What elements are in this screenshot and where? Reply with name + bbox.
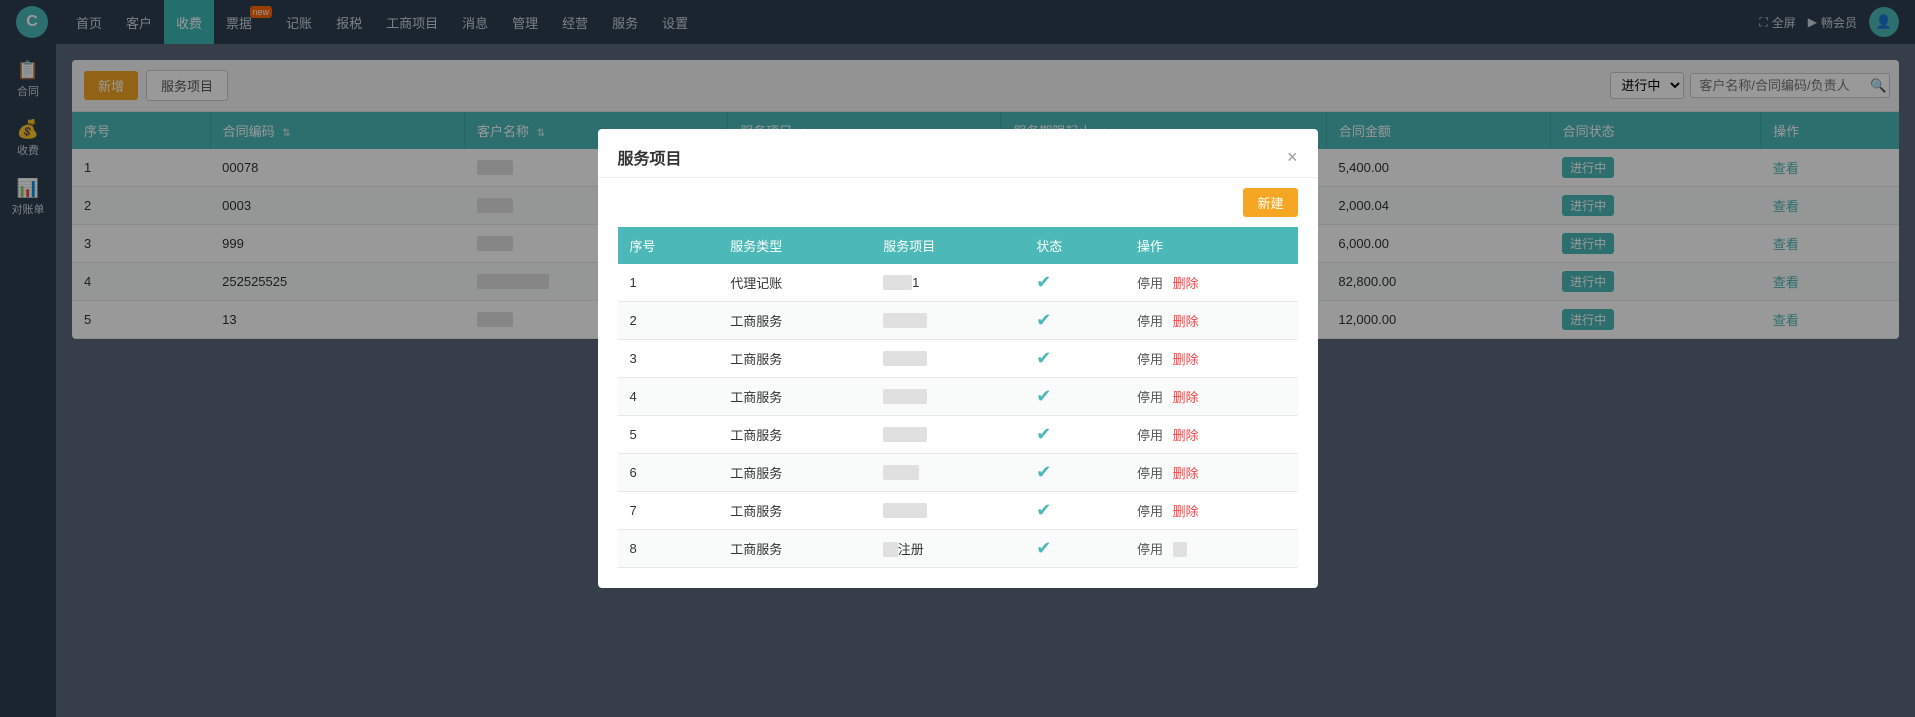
modal-cell-action[interactable]: 停用 删除 [1125, 416, 1298, 454]
modal-cell-item [871, 416, 1024, 454]
modal-header: 服务项目 × [598, 129, 1318, 178]
modal-cell-item [871, 340, 1024, 378]
modal-cell-seq: 7 [618, 492, 719, 530]
modal-cell-action[interactable]: 停用 删除 [1125, 302, 1298, 340]
modal-cell-status: ✔ [1024, 302, 1125, 340]
modal-col-action: 操作 [1125, 227, 1298, 264]
modal-cell-type: 代理记账 [718, 264, 871, 302]
modal-cell-action[interactable]: 停用 删除 [1125, 492, 1298, 530]
status-check-icon: ✔ [1036, 272, 1051, 292]
delete-link[interactable]: 删除 [1173, 428, 1199, 443]
status-check-icon: ✔ [1036, 348, 1051, 368]
modal-table-row: 1 代理记账 1 ✔ 停用 删除 [618, 264, 1298, 302]
service-items-modal: 服务项目 × 新建 序号 服务类型 服务项目 状态 操作 1 代理记账 [598, 129, 1318, 588]
modal-cell-item [871, 454, 1024, 492]
modal-cell-seq: 2 [618, 302, 719, 340]
status-check-icon: ✔ [1036, 538, 1051, 558]
modal-cell-seq: 3 [618, 340, 719, 378]
modal-col-item: 服务项目 [871, 227, 1024, 264]
stop-link[interactable]: 停用 [1137, 276, 1163, 291]
modal-cell-action[interactable]: 停用 [1125, 530, 1298, 568]
stop-link[interactable]: 停用 [1137, 352, 1163, 367]
modal-cell-item [871, 378, 1024, 416]
status-check-icon: ✔ [1036, 310, 1051, 330]
modal-cell-action[interactable]: 停用 删除 [1125, 340, 1298, 378]
stop-link[interactable]: 停用 [1137, 542, 1163, 557]
delete-link[interactable]: 删除 [1173, 314, 1199, 329]
modal-cell-seq: 8 [618, 530, 719, 568]
modal-cell-item [871, 492, 1024, 530]
stop-link[interactable]: 停用 [1137, 390, 1163, 405]
modal-cell-type: 工商服务 [718, 378, 871, 416]
modal-cell-seq: 6 [618, 454, 719, 492]
modal-col-status: 状态 [1024, 227, 1125, 264]
delete-link[interactable]: 删除 [1173, 276, 1199, 291]
modal-cell-status: ✔ [1024, 378, 1125, 416]
modal-cell-seq: 5 [618, 416, 719, 454]
modal-cell-seq: 4 [618, 378, 719, 416]
modal-table-header: 序号 服务类型 服务项目 状态 操作 [618, 227, 1298, 264]
modal-cell-item: 注册 [871, 530, 1024, 568]
modal-cell-status: ✔ [1024, 454, 1125, 492]
modal-cell-status: ✔ [1024, 416, 1125, 454]
modal-table-row: 4 工商服务 ✔ 停用 删除 [618, 378, 1298, 416]
modal-cell-status: ✔ [1024, 340, 1125, 378]
modal-col-seq: 序号 [618, 227, 719, 264]
status-check-icon: ✔ [1036, 500, 1051, 520]
modal-table-row: 5 工商服务 ✔ 停用 删除 [618, 416, 1298, 454]
modal-table-row: 2 工商服务 ✔ 停用 删除 [618, 302, 1298, 340]
status-check-icon: ✔ [1036, 424, 1051, 444]
modal-cell-item [871, 302, 1024, 340]
stop-link[interactable]: 停用 [1137, 466, 1163, 481]
stop-link[interactable]: 停用 [1137, 314, 1163, 329]
modal-cell-action[interactable]: 停用 删除 [1125, 378, 1298, 416]
modal-cell-type: 工商服务 [718, 302, 871, 340]
modal-table-body: 1 代理记账 1 ✔ 停用 删除 2 工商服务 ✔ 停用 删除 3 工商服务 ✔… [618, 264, 1298, 568]
modal-cell-type: 工商服务 [718, 492, 871, 530]
modal-close-button[interactable]: × [1287, 148, 1298, 166]
modal-cell-action[interactable]: 停用 删除 [1125, 454, 1298, 492]
modal-cell-item: 1 [871, 264, 1024, 302]
modal-body: 序号 服务类型 服务项目 状态 操作 1 代理记账 1 ✔ 停用 删除 2 工商… [598, 227, 1318, 588]
modal-cell-type: 工商服务 [718, 340, 871, 378]
modal-toolbar: 新建 [598, 178, 1318, 227]
delete-link[interactable]: 删除 [1173, 352, 1199, 367]
delete-link[interactable]: 删除 [1173, 390, 1199, 405]
modal-cell-type: 工商服务 [718, 416, 871, 454]
modal-cell-action[interactable]: 停用 删除 [1125, 264, 1298, 302]
modal-col-type: 服务类型 [718, 227, 871, 264]
status-check-icon: ✔ [1036, 386, 1051, 406]
modal-cell-status: ✔ [1024, 530, 1125, 568]
modal-cell-status: ✔ [1024, 492, 1125, 530]
status-check-icon: ✔ [1036, 462, 1051, 482]
service-items-table: 序号 服务类型 服务项目 状态 操作 1 代理记账 1 ✔ 停用 删除 2 工商… [618, 227, 1298, 568]
modal-title: 服务项目 [618, 145, 682, 169]
modal-cell-seq: 1 [618, 264, 719, 302]
stop-link[interactable]: 停用 [1137, 504, 1163, 519]
modal-cell-type: 工商服务 [718, 454, 871, 492]
modal-table-row: 7 工商服务 ✔ 停用 删除 [618, 492, 1298, 530]
stop-link[interactable]: 停用 [1137, 428, 1163, 443]
modal-new-button[interactable]: 新建 [1243, 188, 1297, 217]
modal-table-row: 8 工商服务 注册 ✔ 停用 [618, 530, 1298, 568]
modal-cell-status: ✔ [1024, 264, 1125, 302]
modal-cell-type: 工商服务 [718, 530, 871, 568]
delete-link[interactable]: 删除 [1173, 504, 1199, 519]
modal-table-row: 6 工商服务 ✔ 停用 删除 [618, 454, 1298, 492]
modal-overlay[interactable]: 服务项目 × 新建 序号 服务类型 服务项目 状态 操作 1 代理记账 [0, 0, 1915, 717]
modal-table-row: 3 工商服务 ✔ 停用 删除 [618, 340, 1298, 378]
delete-link[interactable]: 删除 [1173, 466, 1199, 481]
